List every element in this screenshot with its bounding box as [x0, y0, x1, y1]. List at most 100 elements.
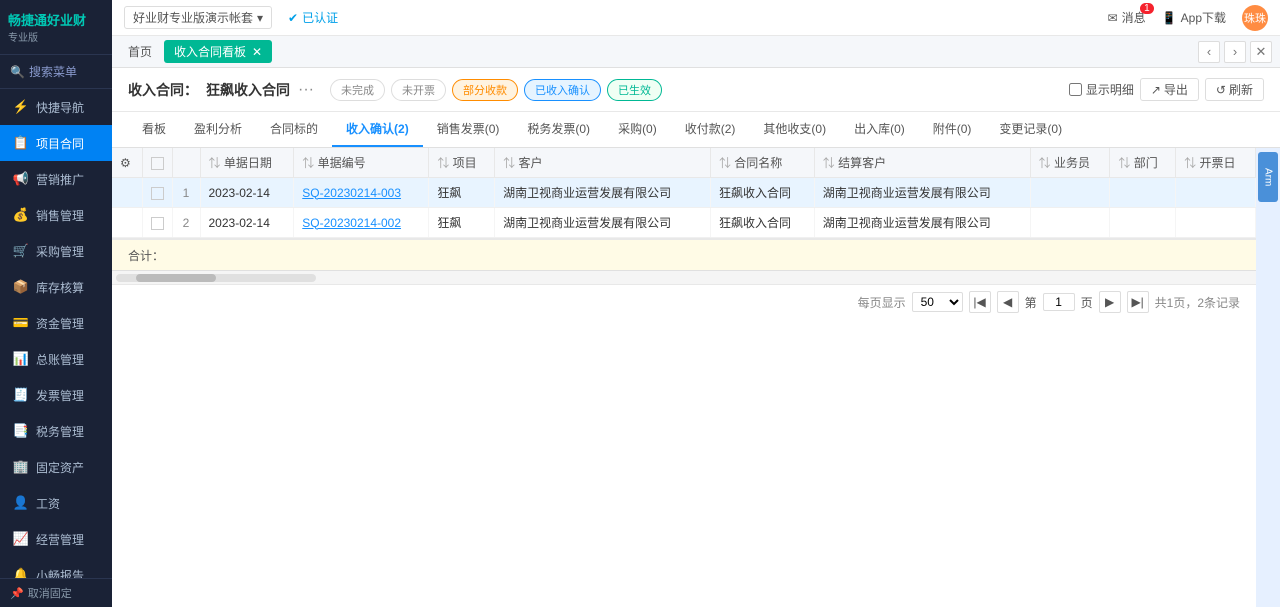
export-btn[interactable]: ↗ 导出: [1140, 78, 1199, 101]
sort-icon: ⇅: [719, 156, 731, 170]
contract-prefix: 收入合同：: [128, 80, 198, 100]
tab-standards[interactable]: 合同标的: [256, 112, 332, 147]
tab-board[interactable]: 看板: [128, 112, 180, 147]
tab-profit[interactable]: 盈利分析: [180, 112, 256, 147]
scrollbar-thumb[interactable]: [136, 274, 216, 282]
status-confirmed[interactable]: 已收入确认: [524, 79, 601, 101]
phone-icon: 📱: [1162, 11, 1177, 25]
tab-other-income[interactable]: 其他收支(0): [749, 112, 840, 147]
sidebar-item-label: 总账管理: [36, 351, 84, 368]
company-selector[interactable]: 好业财专业版演示帐套 ▾: [124, 6, 272, 29]
status-uninvoiced[interactable]: 未开票: [391, 79, 446, 101]
status-incomplete[interactable]: 未完成: [330, 79, 385, 101]
sidebar-item-manage[interactable]: 📈 经营管理: [0, 521, 112, 557]
th-open-date[interactable]: ⇅ 开票日: [1176, 148, 1256, 178]
cell-project: 狂飙: [429, 178, 495, 208]
tab-changes[interactable]: 变更记录(0): [985, 112, 1076, 147]
page-input[interactable]: [1043, 293, 1075, 311]
tab-tax-invoice[interactable]: 税务发票(0): [513, 112, 604, 147]
th-date[interactable]: ⇅ 单据日期: [200, 148, 294, 178]
code-link[interactable]: SQ-20230214-002: [302, 216, 401, 230]
sidebar-item-assets[interactable]: 🏢 固定资产: [0, 449, 112, 485]
more-btn[interactable]: ···: [298, 81, 314, 99]
arm-btn[interactable]: Arm: [1258, 152, 1278, 202]
cell-check[interactable]: [142, 208, 172, 238]
table-row[interactable]: 1 2023-02-14 SQ-20230214-003 狂飙 湖南卫视商业运营…: [112, 178, 1256, 208]
tab-attachment[interactable]: 附件(0): [919, 112, 986, 147]
user-avatar[interactable]: 珠珠: [1242, 5, 1268, 31]
per-page-select[interactable]: 50 100 200: [912, 292, 963, 312]
sidebar-item-marketing[interactable]: 📢 营销推广: [0, 161, 112, 197]
search-menu[interactable]: 🔍 搜索菜单: [0, 55, 112, 89]
next-page-btn[interactable]: ▶: [1099, 291, 1121, 313]
home-tab[interactable]: 首页: [120, 43, 160, 60]
tab-income-confirm[interactable]: 收入确认(2): [332, 112, 423, 147]
message-btn[interactable]: ✉ 消息 1: [1108, 9, 1146, 26]
refresh-btn[interactable]: ↺ 刷新: [1205, 78, 1264, 101]
th-settle-customer[interactable]: ⇅ 结算客户: [814, 148, 1030, 178]
sidebar-item-general[interactable]: 📊 总账管理: [0, 341, 112, 377]
tab-payment[interactable]: 收付款(2): [671, 112, 750, 147]
th-code[interactable]: ⇅ 单据编号: [294, 148, 429, 178]
table-row[interactable]: 2 2023-02-14 SQ-20230214-002 狂飙 湖南卫视商业运营…: [112, 208, 1256, 238]
sidebar-item-invoice[interactable]: 🧾 发票管理: [0, 377, 112, 413]
cell-open-date: [1176, 178, 1256, 208]
show-detail-checkbox[interactable]: [1069, 83, 1082, 96]
sidebar-item-hr[interactable]: 👤 工资: [0, 485, 112, 521]
th-contract[interactable]: ⇅ 合同名称: [710, 148, 814, 178]
sidebar-item-report[interactable]: 🔔 小畅报告: [0, 557, 112, 578]
pagination-bar: 每页显示 50 100 200 |◀ ◀ 第 页 ▶ ▶| 共1页，2条记录: [112, 284, 1256, 319]
first-page-btn[interactable]: |◀: [969, 291, 991, 313]
last-page-btn[interactable]: ▶|: [1127, 291, 1149, 313]
row-checkbox[interactable]: [151, 217, 164, 230]
status-effective[interactable]: 已生效: [607, 79, 662, 101]
tab-next-btn[interactable]: ›: [1224, 41, 1246, 63]
inventory-icon: 📦: [12, 278, 30, 296]
cell-code[interactable]: SQ-20230214-002: [294, 208, 429, 238]
scrollbar-track: [116, 274, 316, 282]
cell-dept: [1110, 178, 1176, 208]
th-idx: [172, 148, 200, 178]
cell-code[interactable]: SQ-20230214-003: [294, 178, 429, 208]
sidebar-item-inventory[interactable]: 📦 库存核算: [0, 269, 112, 305]
th-settings[interactable]: ⚙: [112, 148, 142, 178]
sidebar-item-purchase[interactable]: 🛒 采购管理: [0, 233, 112, 269]
th-salesperson[interactable]: ⇅ 业务员: [1030, 148, 1110, 178]
status-partial[interactable]: 部分收款: [452, 79, 518, 101]
sidebar-item-project[interactable]: 📋 项目合同: [0, 125, 112, 161]
per-page-label: 每页显示: [858, 294, 906, 311]
cell-check[interactable]: [142, 178, 172, 208]
report-icon: 🔔: [12, 566, 30, 578]
th-project[interactable]: ⇅ 项目: [429, 148, 495, 178]
sidebar-item-tax[interactable]: 📑 税务管理: [0, 413, 112, 449]
tab-purchase[interactable]: 采购(0): [604, 112, 671, 147]
app-download-btn[interactable]: 📱 App下载: [1162, 9, 1226, 26]
tab-sales-invoice[interactable]: 销售发票(0): [423, 112, 514, 147]
sort-icon: ⇅: [503, 156, 515, 170]
th-check[interactable]: [142, 148, 172, 178]
row-checkbox[interactable]: [151, 187, 164, 200]
prev-page-btn[interactable]: ◀: [997, 291, 1019, 313]
message-badge: 1: [1140, 3, 1154, 14]
cell-settle-customer: 湖南卫视商业运营发展有限公司: [814, 208, 1030, 238]
horizontal-scrollbar[interactable]: [112, 270, 1256, 284]
income-contract-tab[interactable]: 收入合同看板 ✕: [164, 40, 272, 63]
code-link[interactable]: SQ-20230214-003: [302, 186, 401, 200]
tab-close-btn[interactable]: ✕: [1250, 41, 1272, 63]
table-area: ⚙ ⇅ 单据日期 ⇅ 单据编号: [112, 148, 1256, 607]
th-dept[interactable]: ⇅ 部门: [1110, 148, 1176, 178]
show-detail-label[interactable]: 显示明细: [1069, 81, 1134, 98]
sidebar-item-quicknav[interactable]: ⚡ 快捷导航: [0, 89, 112, 125]
tab-prev-btn[interactable]: ‹: [1198, 41, 1220, 63]
capital-icon: 💳: [12, 314, 30, 332]
sort-icon: ⇅: [302, 156, 314, 170]
tab-close-icon[interactable]: ✕: [252, 45, 262, 59]
cell-open-date: [1176, 208, 1256, 238]
sidebar-item-capital[interactable]: 💳 资金管理: [0, 305, 112, 341]
tab-outbound[interactable]: 出入库(0): [840, 112, 919, 147]
th-customer[interactable]: ⇅ 客户: [495, 148, 711, 178]
sidebar-item-label: 库存核算: [36, 279, 84, 296]
sidebar-pin-toggle[interactable]: 📌 取消固定: [0, 578, 112, 607]
header-checkbox[interactable]: [151, 157, 164, 170]
sidebar-item-sales[interactable]: 💰 销售管理: [0, 197, 112, 233]
